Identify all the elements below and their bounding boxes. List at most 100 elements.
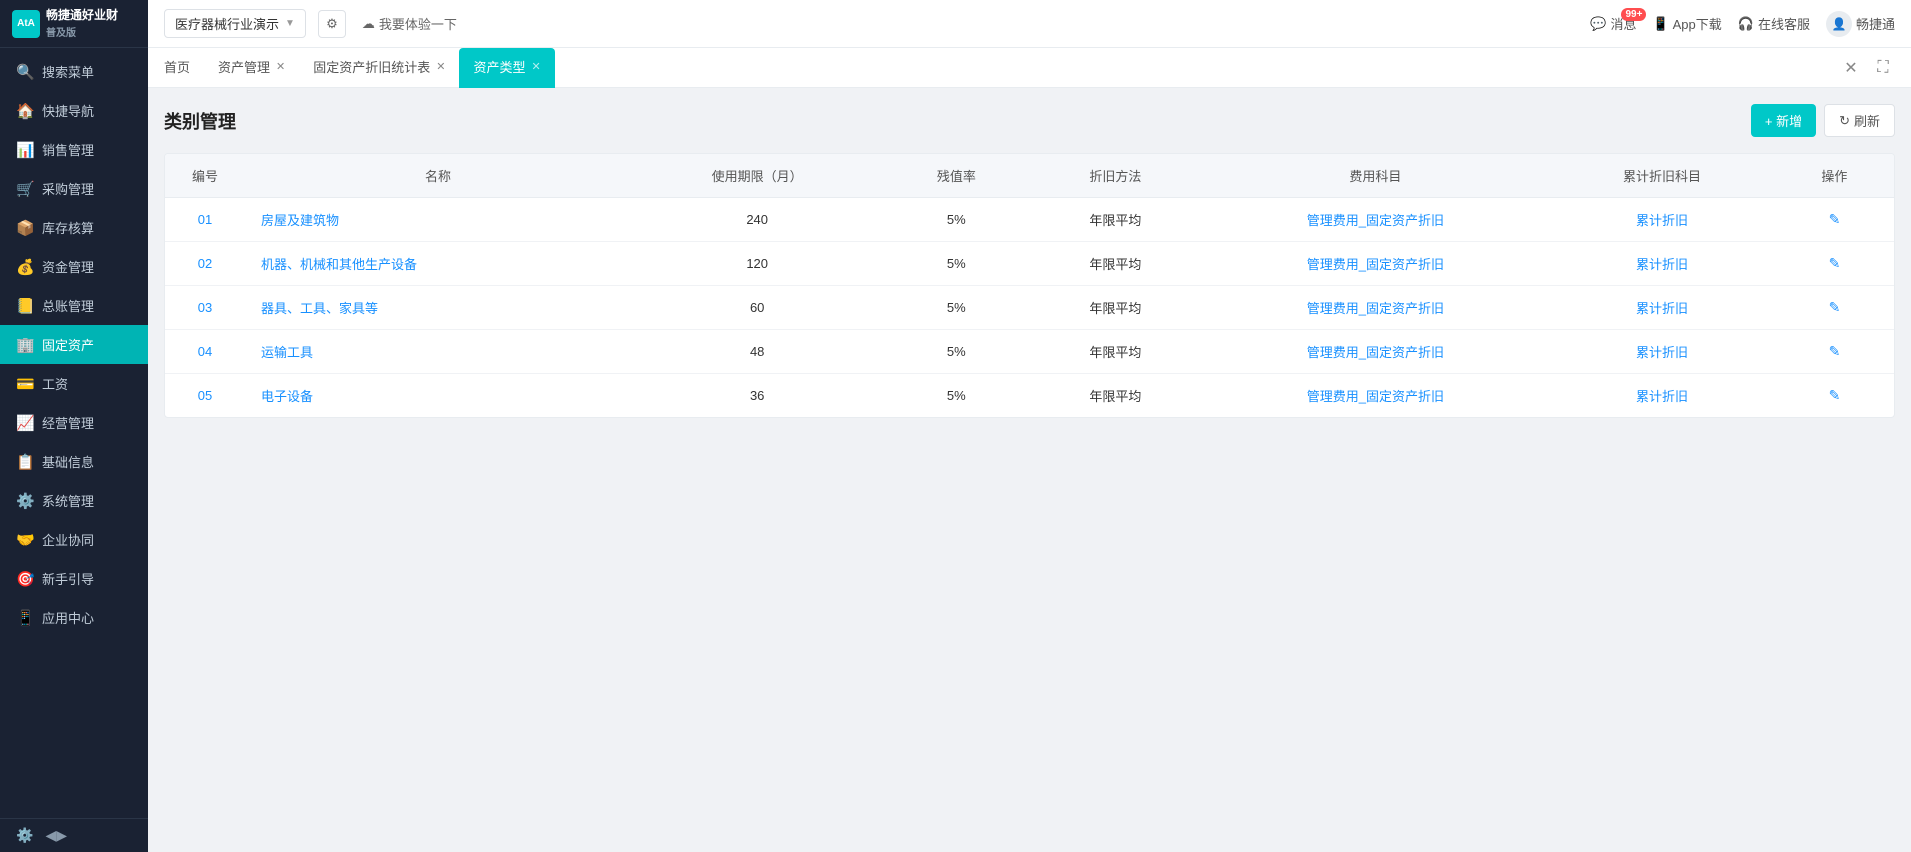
cell-name: 机器、机械和其他生产设备 [245, 242, 631, 286]
sidebar-item-label: 搜索菜单 [42, 62, 94, 81]
edit-button[interactable]: ✎ [1829, 343, 1841, 359]
tab-home[interactable]: 首页 [164, 48, 204, 88]
edit-button[interactable]: ✎ [1829, 387, 1841, 403]
user-menu[interactable]: 👤 畅捷通 [1826, 11, 1895, 37]
sidebar-item-fixed-asset[interactable]: 🏢 固定资产 [0, 325, 148, 364]
cell-accum-subject: 累计折旧 [1549, 374, 1775, 418]
sidebar-item-sales[interactable]: 📊 销售管理 [0, 130, 148, 169]
edit-button[interactable]: ✎ [1829, 255, 1841, 271]
cell-accum-subject: 累计折旧 [1549, 242, 1775, 286]
cell-months: 48 [631, 330, 884, 374]
page-title: 类别管理 [164, 108, 236, 134]
cooperation-icon: 🤝 [16, 531, 34, 549]
new-button[interactable]: + 新增 [1751, 104, 1816, 137]
payroll-icon: 💳 [16, 375, 34, 393]
cell-name: 电子设备 [245, 374, 631, 418]
tab-home-label: 首页 [164, 57, 190, 76]
tab-depreciation-label: 固定资产折旧统计表 [313, 57, 430, 76]
online-service-label: 在线客服 [1758, 14, 1810, 33]
tab-depreciation-close[interactable]: ✕ [436, 60, 445, 73]
collapse-icon[interactable]: ◀▶ [45, 827, 67, 844]
feedback-icon: ☁ [362, 16, 375, 32]
cell-method: 年限平均 [1029, 374, 1201, 418]
col-method: 折旧方法 [1029, 154, 1201, 198]
sidebar-item-basic-info[interactable]: 📋 基础信息 [0, 442, 148, 481]
online-service-button[interactable]: 🎧 在线客服 [1738, 14, 1810, 33]
cell-method: 年限平均 [1029, 242, 1201, 286]
tab-controls: ✕ ⛶ [1839, 56, 1895, 80]
tab-asset-mgmt-close[interactable]: ✕ [276, 60, 285, 73]
sidebar-item-label: 采购管理 [42, 179, 94, 198]
close-tab-button[interactable]: ✕ [1839, 56, 1863, 80]
cell-months: 240 [631, 198, 884, 242]
cell-residual: 5% [883, 242, 1029, 286]
tab-asset-type[interactable]: 资产类型 ✕ [459, 48, 554, 88]
topbar-settings-button[interactable]: ⚙ [318, 10, 346, 38]
cell-action: ✎ [1775, 286, 1894, 330]
table-header-row: 编号 名称 使用期限（月） 残值率 折旧方法 费用科目 累计折旧科目 操作 [165, 154, 1894, 198]
edit-button[interactable]: ✎ [1829, 299, 1841, 315]
sales-icon: 📊 [16, 141, 34, 159]
system-icon: ⚙️ [16, 492, 34, 510]
cell-residual: 5% [883, 374, 1029, 418]
data-table: 编号 名称 使用期限（月） 残值率 折旧方法 费用科目 累计折旧科目 操作 01… [164, 153, 1895, 418]
cell-code: 02 [165, 242, 245, 286]
ledger-icon: 📒 [16, 297, 34, 315]
cell-action: ✎ [1775, 242, 1894, 286]
guide-icon: 🎯 [16, 570, 34, 588]
app-name: 畅捷通好业财 [46, 8, 118, 24]
workspace-selector[interactable]: 医疗器械行业演示 ▼ [164, 9, 306, 38]
col-actions: 操作 [1775, 154, 1894, 198]
workspace-dropdown-icon: ▼ [285, 18, 295, 29]
table-row: 05 电子设备 36 5% 年限平均 管理费用_固定资产折旧 累计折旧 ✎ [165, 374, 1894, 418]
app-download-button[interactable]: 📱 App下载 [1652, 14, 1721, 33]
sidebar-item-inventory[interactable]: 📦 库存核算 [0, 208, 148, 247]
sidebar-item-cooperation[interactable]: 🤝 企业协同 [0, 520, 148, 559]
username-label: 畅捷通 [1856, 14, 1895, 33]
col-months: 使用期限（月） [631, 154, 884, 198]
col-accum-subject: 累计折旧科目 [1549, 154, 1775, 198]
tab-asset-mgmt[interactable]: 资产管理 ✕ [204, 48, 299, 88]
tab-depreciation[interactable]: 固定资产折旧统计表 ✕ [299, 48, 459, 88]
workspace-label: 医疗器械行业演示 [175, 14, 279, 33]
download-icon: 📱 [1652, 16, 1668, 32]
cell-name: 运输工具 [245, 330, 631, 374]
notification-button[interactable]: 💬 消息 99+ [1590, 14, 1636, 33]
sidebar-item-operations[interactable]: 📈 经营管理 [0, 403, 148, 442]
sidebar-item-ledger[interactable]: 📒 总账管理 [0, 286, 148, 325]
sidebar-item-system[interactable]: ⚙️ 系统管理 [0, 481, 148, 520]
cell-residual: 5% [883, 330, 1029, 374]
sidebar-item-capital[interactable]: 💰 资金管理 [0, 247, 148, 286]
sidebar-item-payroll[interactable]: 💳 工资 [0, 364, 148, 403]
sidebar: AtA 畅捷通好业财 普及版 🔍 搜索菜单 🏠 快捷导航 📊 销售管理 🛒 采购… [0, 0, 148, 852]
maximize-tab-button[interactable]: ⛶ [1871, 56, 1895, 80]
page-header: 类别管理 + 新增 ↻ 刷新 [164, 104, 1895, 137]
sidebar-item-search[interactable]: 🔍 搜索菜单 [0, 52, 148, 91]
cell-method: 年限平均 [1029, 198, 1201, 242]
cell-cost-subject: 管理费用_固定资产折旧 [1202, 198, 1549, 242]
tab-asset-type-close[interactable]: ✕ [532, 60, 541, 73]
sidebar-item-label: 应用中心 [42, 608, 94, 627]
service-icon: 🎧 [1738, 16, 1754, 32]
sidebar-item-guide[interactable]: 🎯 新手引导 [0, 559, 148, 598]
cell-action: ✎ [1775, 374, 1894, 418]
sidebar-item-purchase[interactable]: 🛒 采购管理 [0, 169, 148, 208]
sidebar-item-apps[interactable]: 📱 应用中心 [0, 598, 148, 637]
page-content: 类别管理 + 新增 ↻ 刷新 编号 名称 使用期限（月） 残值率 折旧方法 [148, 88, 1911, 852]
app-download-label: App下载 [1673, 14, 1722, 33]
sidebar-item-quicknav[interactable]: 🏠 快捷导航 [0, 91, 148, 130]
notification-icon: 💬 [1590, 16, 1606, 32]
search-icon: 🔍 [16, 63, 34, 81]
topbar-feedback[interactable]: ☁ 我要体验一下 [362, 14, 457, 33]
refresh-button[interactable]: ↻ 刷新 [1824, 104, 1895, 137]
gear-icon: ⚙ [326, 16, 338, 32]
inventory-icon: 📦 [16, 219, 34, 237]
edit-button[interactable]: ✎ [1829, 211, 1841, 227]
fixed-asset-icon: 🏢 [16, 336, 34, 354]
topbar: 医疗器械行业演示 ▼ ⚙ ☁ 我要体验一下 💬 消息 99+ 📱 App下载 🎧… [148, 0, 1911, 48]
capital-icon: 💰 [16, 258, 34, 276]
tab-asset-mgmt-label: 资产管理 [218, 57, 270, 76]
basic-info-icon: 📋 [16, 453, 34, 471]
settings-footer-icon[interactable]: ⚙️ [16, 827, 33, 844]
cell-cost-subject: 管理费用_固定资产折旧 [1202, 330, 1549, 374]
